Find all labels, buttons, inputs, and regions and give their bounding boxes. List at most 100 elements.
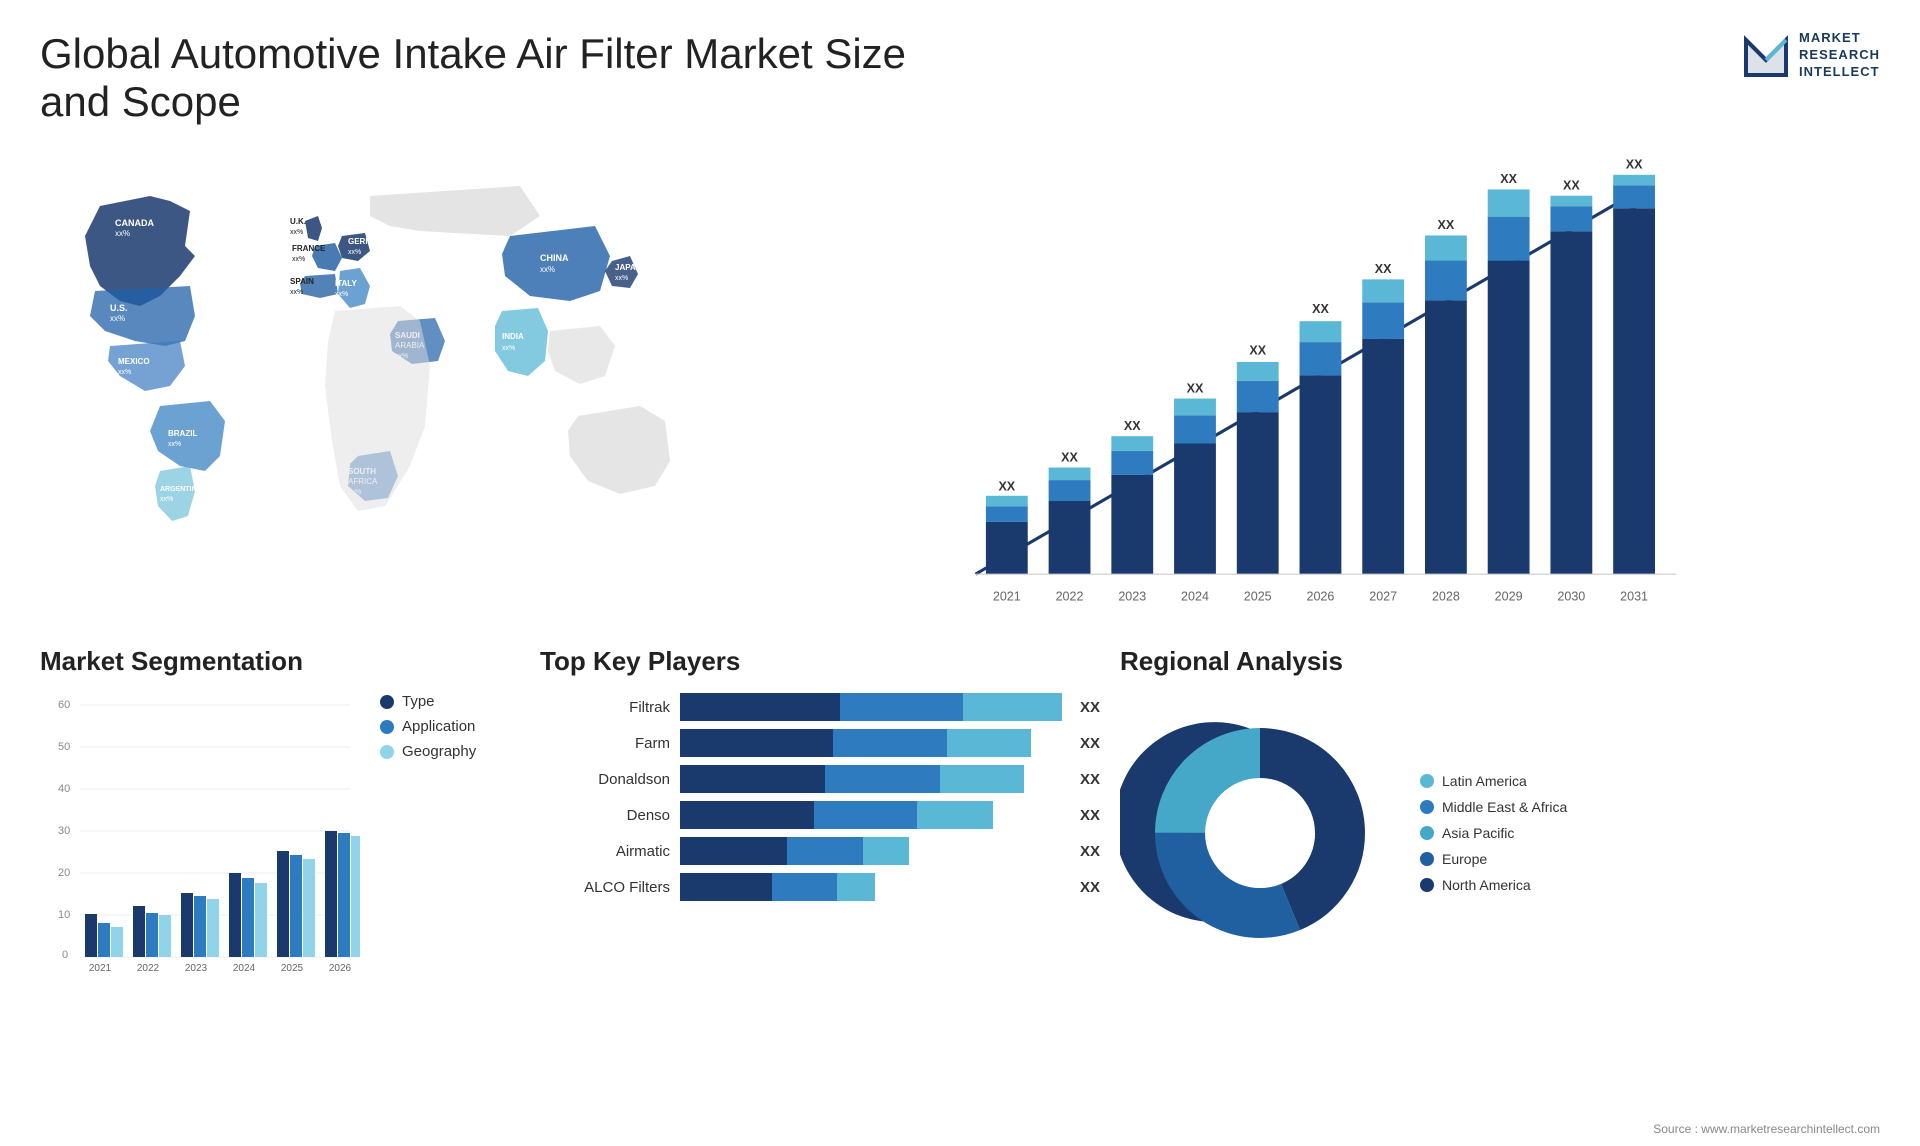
svg-text:2025: 2025 [1244,589,1272,603]
svg-text:xx%: xx% [348,249,361,256]
growth-chart-svg: XX 2021 XX 2022 XX 2023 XX 2024 [750,156,1870,616]
svg-text:xx%: xx% [290,289,303,296]
map-section: CANADA xx% U.S. xx% MEXICO xx% BRAZIL xx… [40,146,720,626]
svg-text:2021: 2021 [89,963,112,973]
players-section: Top Key Players Filtrak XX Farm [540,646,1100,1026]
growth-chart-section: XX 2021 XX 2022 XX 2023 XX 2024 [740,146,1880,626]
latin-america-label: Latin America [1442,773,1527,789]
svg-text:XX: XX [1061,450,1078,464]
svg-text:2026: 2026 [329,963,352,973]
bar-seg3 [837,873,875,901]
svg-text:XX: XX [1375,262,1392,276]
regional-section: Regional Analysis [1120,646,1880,1026]
svg-text:2025: 2025 [281,963,304,973]
donut-svg [1120,693,1400,973]
svg-text:xx%: xx% [168,441,181,448]
application-dot [380,720,394,734]
bar-seg3 [963,693,1062,721]
svg-text:XX: XX [1438,218,1455,232]
svg-text:2028: 2028 [1432,589,1460,603]
mea-dot [1420,800,1434,814]
svg-text:2030: 2030 [1557,589,1585,603]
player-row-airmatic: Airmatic XX [540,837,1100,865]
svg-text:50: 50 [58,741,70,753]
bar-seg1 [680,693,840,721]
svg-text:XX: XX [1626,158,1643,172]
bar-seg2 [787,837,863,865]
bar-seg3 [917,801,993,829]
logo-icon [1741,30,1791,80]
bar-seg3 [947,729,1031,757]
player-value-donaldson: XX [1080,771,1100,788]
page-container: Global Automotive Intake Air Filter Mark… [0,0,1920,1146]
header: Global Automotive Intake Air Filter Mark… [40,30,1880,126]
svg-text:2029: 2029 [1495,589,1523,603]
bar-seg2 [840,693,962,721]
asia-pacific-dot [1420,826,1434,840]
bar-seg2 [833,729,948,757]
svg-text:2021: 2021 [993,589,1021,603]
bar-seg1 [680,873,772,901]
bar-seg2 [814,801,917,829]
legend-europe: Europe [1420,851,1567,867]
svg-text:FRANCE: FRANCE [292,244,326,253]
svg-text:XX: XX [1187,381,1204,395]
player-bar-donaldson [680,765,1062,793]
svg-text:JAPAN: JAPAN [615,263,642,272]
player-value-alco: XX [1080,879,1100,896]
svg-text:2024: 2024 [1181,589,1209,603]
svg-text:XX: XX [1249,344,1266,358]
logo-text: MARKET RESEARCH INTELLECT [1799,30,1880,81]
player-bar-airmatic [680,837,1062,865]
geography-label: Geography [402,743,476,760]
svg-text:2024: 2024 [233,963,256,973]
player-name-filtrak: Filtrak [540,699,670,716]
segmentation-section: Market Segmentation 60 50 40 30 20 10 0 [40,646,520,1026]
players-title: Top Key Players [540,646,1100,677]
svg-text:xx%: xx% [110,314,125,323]
bar-seg1 [680,765,825,793]
type-label: Type [402,693,435,710]
north-america-dot [1420,878,1434,892]
seg-legend-type: Type [380,693,476,710]
player-row-filtrak: Filtrak XX [540,693,1100,721]
player-value-farm: XX [1080,735,1100,752]
bar-seg1 [680,801,814,829]
svg-text:xx%: xx% [335,291,348,298]
bar-seg2 [772,873,837,901]
bar-seg1 [680,837,787,865]
player-row-farm: Farm XX [540,729,1100,757]
bar-seg3 [940,765,1024,793]
asia-pacific-label: Asia Pacific [1442,825,1514,841]
bar-seg1 [680,729,833,757]
svg-text:40: 40 [58,783,70,795]
geography-dot [380,745,394,759]
svg-text:0: 0 [62,949,68,961]
bar-seg2 [825,765,940,793]
legend-asia-pacific: Asia Pacific [1420,825,1567,841]
svg-text:XX: XX [1563,178,1580,192]
svg-text:xx%: xx% [615,275,628,282]
svg-text:CHINA: CHINA [540,253,569,263]
seg-legend: Type Application Geography [380,693,476,760]
players-list: Filtrak XX Farm XX [540,693,1100,901]
svg-text:BRAZIL: BRAZIL [168,429,197,438]
player-row-alco: ALCO Filters XX [540,873,1100,901]
regional-title: Regional Analysis [1120,646,1880,677]
player-bar-denso [680,801,1062,829]
svg-text:XX: XX [998,480,1015,494]
latin-america-dot [1420,774,1434,788]
mea-label: Middle East & Africa [1442,799,1567,815]
application-label: Application [402,718,475,735]
svg-text:xx%: xx% [502,345,515,352]
player-bar-filtrak [680,693,1062,721]
svg-text:2026: 2026 [1307,589,1335,603]
svg-text:xx%: xx% [292,256,305,263]
svg-text:SPAIN: SPAIN [290,277,314,286]
svg-text:2023: 2023 [185,963,208,973]
svg-text:20: 20 [58,867,70,879]
world-map-svg: CANADA xx% U.S. xx% MEXICO xx% BRAZIL xx… [40,146,720,626]
svg-text:10: 10 [58,909,70,921]
svg-text:xx%: xx% [115,229,130,238]
player-name-farm: Farm [540,735,670,752]
